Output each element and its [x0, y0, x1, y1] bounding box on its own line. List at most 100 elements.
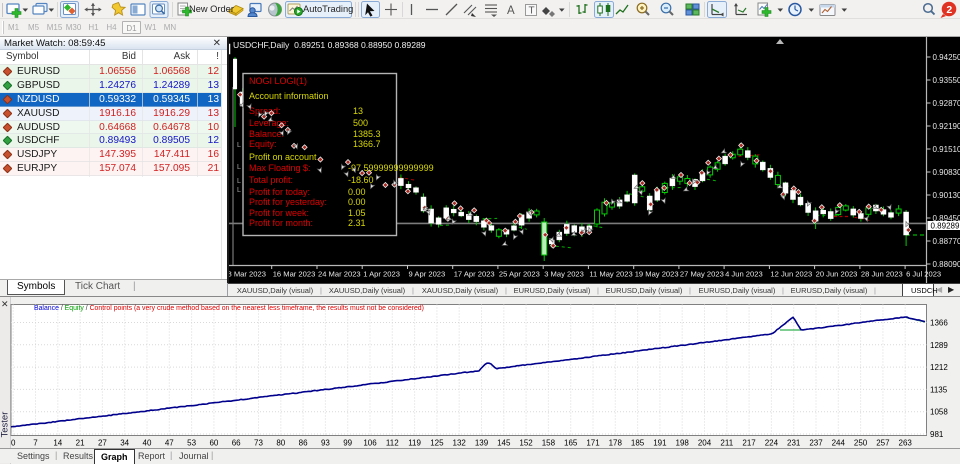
svg-text:20 Jun 2023: 20 Jun 2023 [816, 270, 858, 279]
svg-text:145: 145 [497, 439, 511, 448]
svg-text:224: 224 [765, 439, 779, 448]
svg-text:Profit for yesterday:: Profit for yesterday: [249, 197, 327, 207]
svg-text:Account information: Account information [249, 91, 329, 101]
svg-text:47: 47 [165, 439, 174, 448]
svg-text:60: 60 [209, 439, 218, 448]
svg-text:500: 500 [353, 118, 368, 128]
svg-text:0.90830: 0.90830 [933, 168, 960, 177]
svg-text:16 Mar 2023: 16 Mar 2023 [273, 270, 316, 279]
svg-text:L: L [237, 164, 241, 171]
svg-text:Profit for today:: Profit for today: [249, 187, 310, 197]
svg-text:25 Apr 2023: 25 Apr 2023 [499, 270, 540, 279]
svg-text:Balance:: Balance: [249, 129, 284, 139]
svg-text:257: 257 [876, 439, 890, 448]
svg-text:Total profit:: Total profit: [249, 175, 293, 185]
svg-text:3 May 2023: 3 May 2023 [544, 270, 584, 279]
svg-text:1289: 1289 [930, 341, 948, 350]
svg-text:99: 99 [343, 439, 352, 448]
svg-text:21: 21 [76, 439, 85, 448]
svg-text:1366: 1366 [930, 319, 948, 328]
svg-text:0.92190: 0.92190 [933, 122, 960, 131]
svg-text:T: T [529, 6, 535, 17]
svg-text:2.31: 2.31 [348, 218, 366, 228]
svg-text:0.89289: 0.89289 [931, 222, 960, 231]
svg-text:204: 204 [698, 439, 712, 448]
svg-text:Profit for month:: Profit for month: [249, 218, 313, 228]
svg-text:132: 132 [453, 439, 467, 448]
svg-text:Profit on account: Profit on account [249, 152, 317, 162]
svg-text:152: 152 [519, 439, 533, 448]
svg-text:981: 981 [930, 430, 944, 439]
svg-text:178: 178 [609, 439, 623, 448]
svg-text:0.93550: 0.93550 [933, 76, 960, 85]
svg-text:158: 158 [542, 439, 556, 448]
svg-text:Equity:: Equity: [249, 139, 277, 149]
svg-text:119: 119 [408, 439, 421, 448]
svg-text:237: 237 [809, 439, 823, 448]
svg-text:66: 66 [232, 439, 241, 448]
svg-text:53: 53 [187, 439, 196, 448]
svg-text:1.05: 1.05 [348, 208, 366, 218]
svg-text:171: 171 [586, 439, 600, 448]
svg-text:USDCHF,Daily 0.89251 0.89368: USDCHF,Daily 0.89251 0.89368 0.88950 0.8… [233, 40, 426, 50]
svg-text:0.90130: 0.90130 [933, 191, 960, 200]
svg-text:0.92870: 0.92870 [933, 99, 960, 108]
svg-text:-18.60: -18.60 [348, 175, 374, 185]
svg-text:263: 263 [899, 439, 913, 448]
svg-text:12 Jun 2023: 12 Jun 2023 [770, 270, 812, 279]
svg-text:86: 86 [299, 439, 308, 448]
svg-text:0.00: 0.00 [348, 197, 366, 207]
svg-text:0: 0 [11, 439, 16, 448]
svg-text:191: 191 [653, 439, 667, 448]
svg-text:27: 27 [98, 439, 107, 448]
svg-text:1385.3: 1385.3 [353, 129, 381, 139]
svg-text:13: 13 [353, 106, 363, 116]
svg-text:217: 217 [742, 439, 756, 448]
svg-text:Profit for week:: Profit for week: [249, 208, 309, 218]
svg-text:112: 112 [386, 439, 399, 448]
svg-text:17 Apr 2023: 17 Apr 2023 [454, 270, 495, 279]
svg-text:211: 211 [720, 439, 733, 448]
svg-text:28 Jun 2023: 28 Jun 2023 [861, 270, 903, 279]
svg-text:0.94250: 0.94250 [933, 53, 960, 62]
svg-text:1135: 1135 [930, 385, 948, 394]
svg-text:NOGI LOGI(1): NOGI LOGI(1) [249, 76, 307, 86]
svg-text:L: L [237, 178, 241, 185]
svg-text:139: 139 [475, 439, 489, 448]
svg-text:198: 198 [676, 439, 690, 448]
svg-text:1 Apr 2023: 1 Apr 2023 [363, 270, 400, 279]
svg-text:1058: 1058 [930, 408, 948, 417]
svg-text:0.88090: 0.88090 [933, 260, 960, 269]
svg-text:8 Mar 2023: 8 Mar 2023 [229, 270, 266, 279]
svg-text:24 Mar 2023: 24 Mar 2023 [318, 270, 361, 279]
svg-text:125: 125 [430, 439, 444, 448]
svg-text:231: 231 [787, 439, 801, 448]
svg-text:19 May 2023: 19 May 2023 [635, 270, 679, 279]
svg-text:250: 250 [854, 439, 868, 448]
svg-text:L: L [237, 187, 241, 194]
svg-text:165: 165 [564, 439, 578, 448]
svg-text:Max Floating $:: Max Floating $: [249, 163, 311, 173]
svg-text:7: 7 [33, 439, 38, 448]
svg-text:Balance / Equity / Control poi: Balance / Equity / Control points (a ver… [34, 305, 424, 312]
svg-text:244: 244 [832, 439, 846, 448]
svg-text:0.88770: 0.88770 [933, 237, 960, 246]
svg-text:27 May 2023: 27 May 2023 [680, 270, 724, 279]
svg-text:6 Jul 2023: 6 Jul 2023 [906, 270, 941, 279]
svg-text:11 May 2023: 11 May 2023 [589, 270, 632, 279]
svg-text:0.00: 0.00 [348, 187, 366, 197]
svg-text:34: 34 [120, 439, 129, 448]
svg-text:106: 106 [363, 439, 377, 448]
svg-text:40: 40 [143, 439, 152, 448]
svg-text:L: L [237, 142, 241, 149]
svg-text:80: 80 [276, 439, 285, 448]
svg-text:93: 93 [321, 439, 330, 448]
svg-text:185: 185 [631, 439, 645, 448]
svg-text:0.91510: 0.91510 [933, 145, 960, 154]
svg-text:14: 14 [53, 439, 62, 448]
svg-text:1366.7: 1366.7 [353, 139, 381, 149]
svg-text:73: 73 [254, 439, 263, 448]
svg-text:4 Jun 2023: 4 Jun 2023 [725, 270, 763, 279]
svg-text:1212: 1212 [930, 363, 948, 372]
svg-text:2: 2 [946, 4, 952, 16]
